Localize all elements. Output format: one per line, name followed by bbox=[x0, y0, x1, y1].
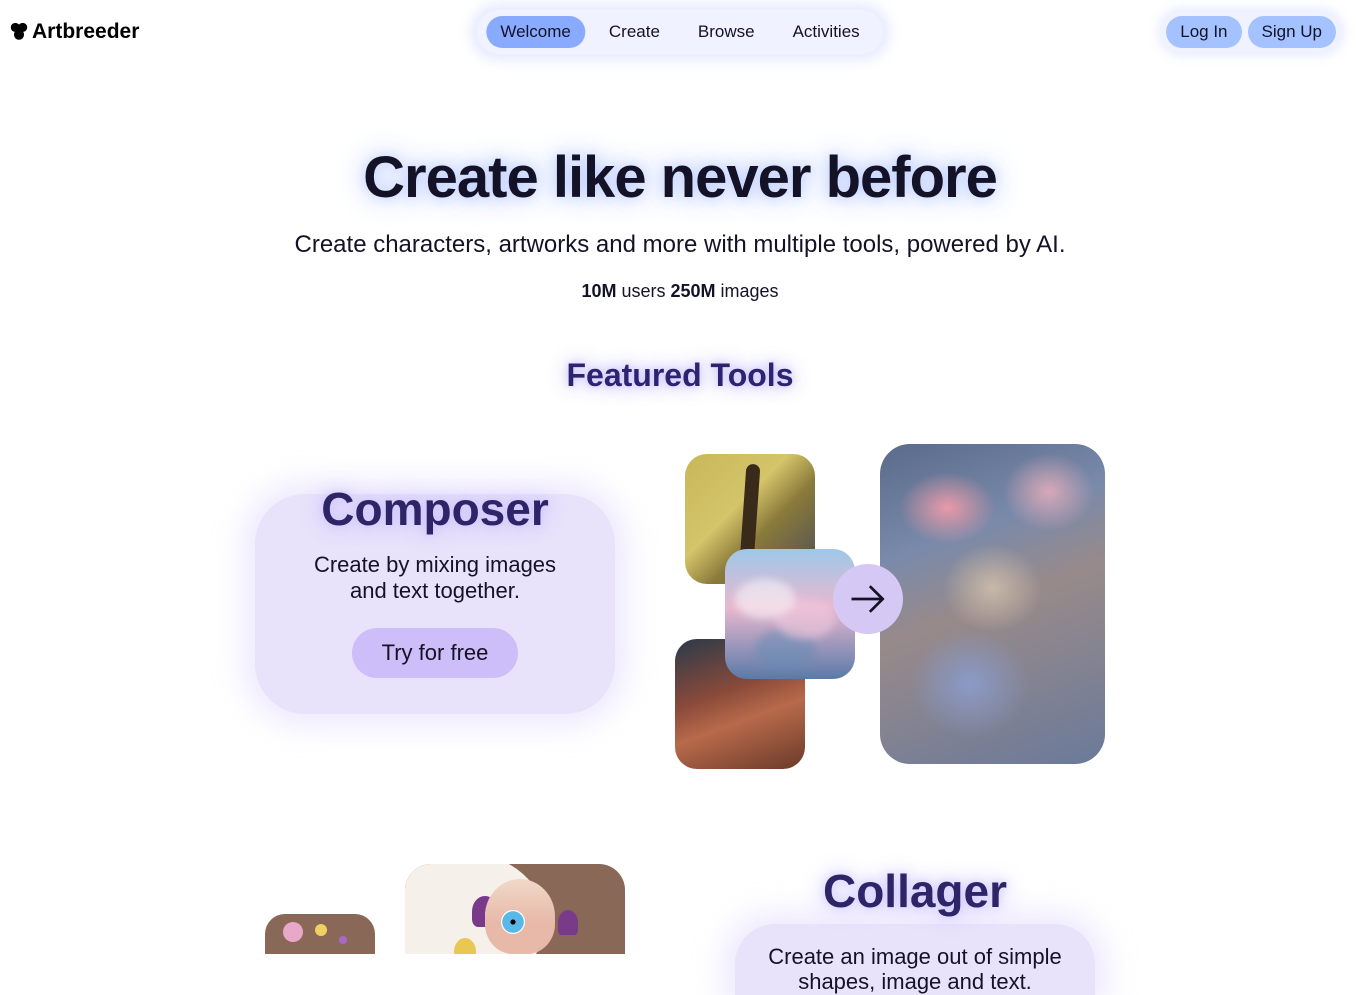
nav-browse[interactable]: Browse bbox=[684, 16, 769, 48]
header: Artbreeder Welcome Create Browse Activit… bbox=[0, 0, 1360, 64]
composer-try-button[interactable]: Try for free bbox=[352, 628, 519, 678]
stat-images-label: images bbox=[716, 281, 779, 301]
composer-result-image bbox=[880, 444, 1105, 764]
signup-button[interactable]: Sign Up bbox=[1248, 16, 1336, 48]
collager-title: Collager bbox=[735, 864, 1095, 918]
login-button[interactable]: Log In bbox=[1166, 16, 1241, 48]
arrow-right-icon bbox=[833, 564, 903, 634]
collager-card: Collager Create an image out of simple s… bbox=[735, 864, 1095, 995]
auth-controls: Log In Sign Up bbox=[1162, 12, 1340, 52]
collager-imagery bbox=[265, 864, 625, 954]
composer-description: Create by mixing images and text togethe… bbox=[305, 552, 565, 605]
composer-imagery bbox=[675, 444, 1105, 764]
hero: Create like never before Create characte… bbox=[0, 144, 1360, 302]
hero-subtitle: Create characters, artworks and more wit… bbox=[0, 231, 1360, 259]
stat-users-label: users bbox=[616, 281, 670, 301]
collager-result-image bbox=[405, 864, 625, 954]
composer-title: Composer bbox=[305, 482, 565, 536]
featured-tools-heading: Featured Tools bbox=[0, 357, 1360, 394]
hero-title: Create like never before bbox=[363, 144, 997, 211]
artbreeder-logo-icon bbox=[8, 21, 30, 43]
brand-logo[interactable]: Artbreeder bbox=[8, 20, 139, 44]
collager-source-image bbox=[265, 914, 375, 954]
nav-welcome[interactable]: Welcome bbox=[486, 16, 585, 48]
brand-name: Artbreeder bbox=[32, 20, 139, 44]
collager-desc-wrap: Create an image out of simple shapes, im… bbox=[735, 924, 1095, 995]
nav-activities[interactable]: Activities bbox=[779, 16, 874, 48]
main-nav: Welcome Create Browse Activities bbox=[476, 10, 883, 54]
composer-card: Composer Create by mixing images and tex… bbox=[255, 494, 615, 715]
stat-images-number: 250M bbox=[670, 281, 715, 301]
nav-create[interactable]: Create bbox=[595, 16, 674, 48]
collager-section: Collager Create an image out of simple s… bbox=[0, 864, 1360, 995]
collager-description: Create an image out of simple shapes, im… bbox=[765, 944, 1065, 995]
stat-users-number: 10M bbox=[581, 281, 616, 301]
hero-stats: 10M users 250M images bbox=[0, 281, 1360, 302]
collager-eye-detail bbox=[501, 910, 525, 934]
composer-section: Composer Create by mixing images and tex… bbox=[0, 444, 1360, 764]
